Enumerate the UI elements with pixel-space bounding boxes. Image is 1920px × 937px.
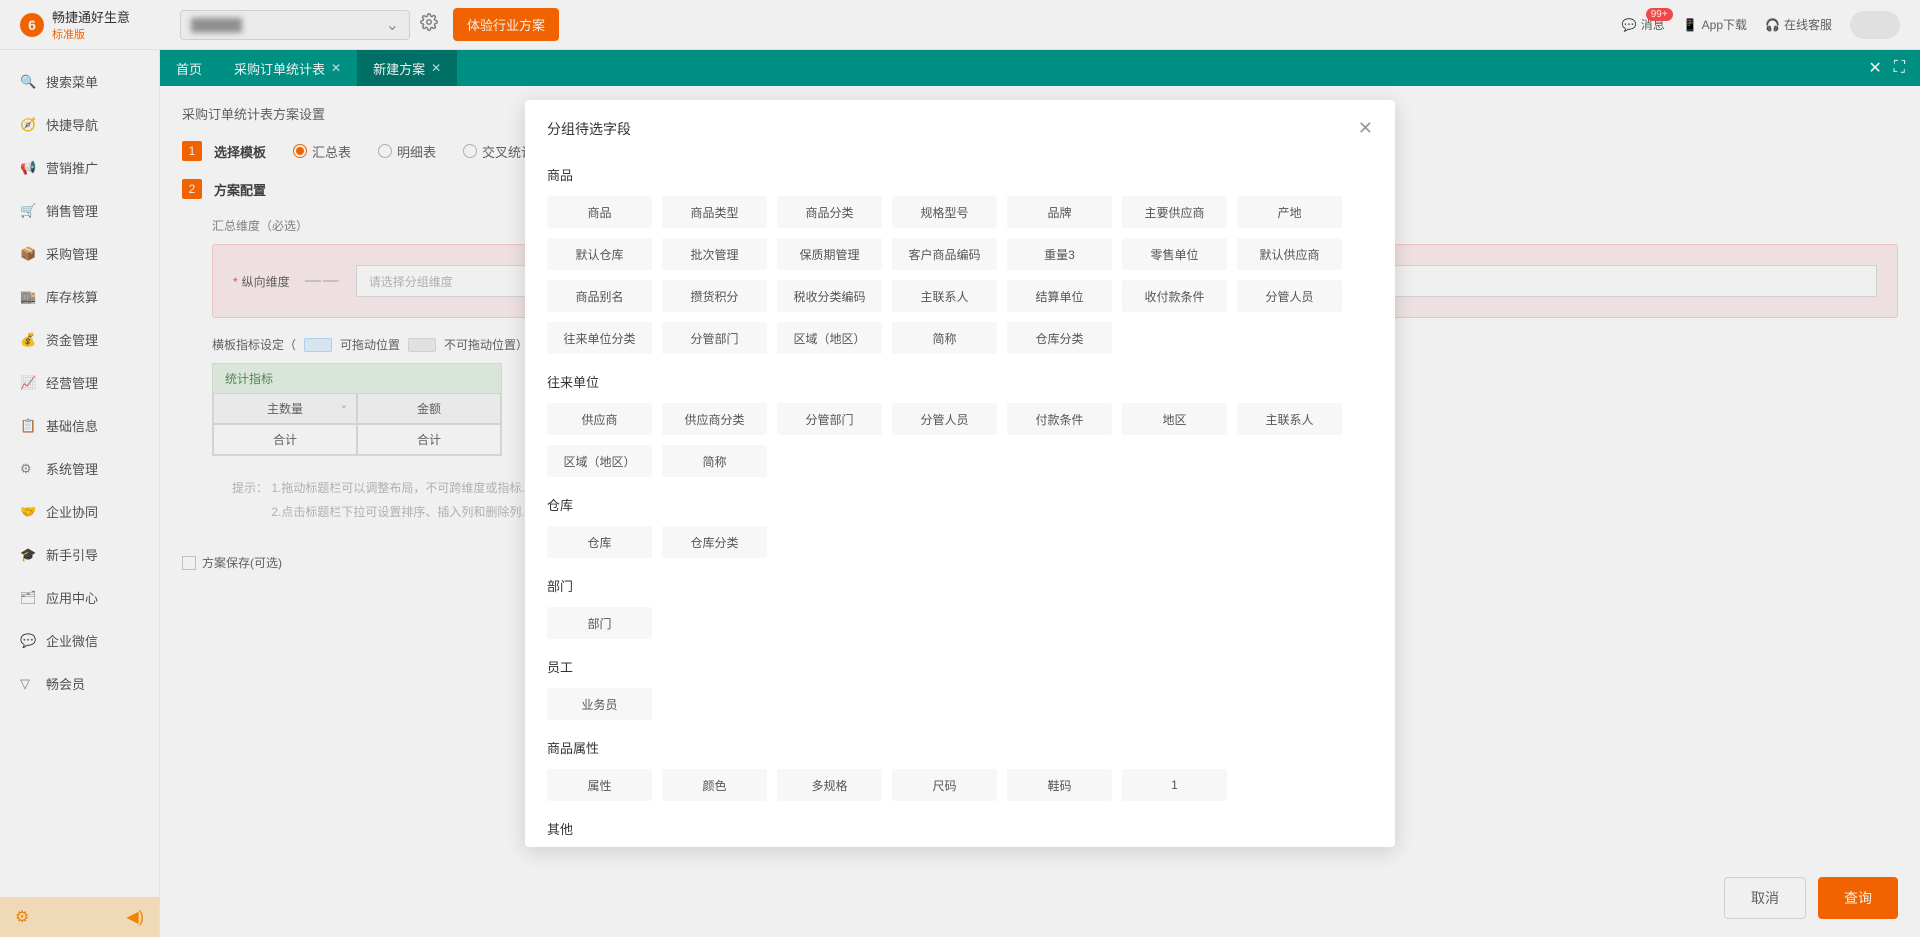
field-chip[interactable]: 分管部门 — [662, 322, 767, 354]
field-chip[interactable]: 商品类型 — [662, 196, 767, 228]
field-chip[interactable]: 部门 — [547, 607, 652, 639]
field-chip[interactable]: 默认供应商 — [1237, 238, 1342, 270]
field-chip[interactable]: 简称 — [892, 322, 997, 354]
field-chip[interactable]: 结算单位 — [1007, 280, 1112, 312]
field-chip[interactable]: 仓库 — [547, 526, 652, 558]
field-chip[interactable]: 分管人员 — [1237, 280, 1342, 312]
field-chip[interactable]: 零售单位 — [1122, 238, 1227, 270]
field-group-title: 员工 — [547, 657, 1373, 676]
modal-body[interactable]: 商品商品商品类型商品分类规格型号品牌主要供应商产地默认仓库批次管理保质期管理客户… — [525, 157, 1395, 847]
field-chip[interactable]: 规格型号 — [892, 196, 997, 228]
field-group-title: 商品属性 — [547, 738, 1373, 757]
field-chip-row: 部门 — [547, 607, 1373, 639]
field-chip[interactable]: 商品 — [547, 196, 652, 228]
field-chip-row: 供应商供应商分类分管部门分管人员付款条件地区主联系人区域（地区） 简称 — [547, 403, 1373, 477]
field-chip-row: 业务员 — [547, 688, 1373, 720]
field-chip[interactable]: 主要供应商 — [1122, 196, 1227, 228]
field-chip[interactable]: 颜色 — [662, 769, 767, 801]
field-chip[interactable]: 仓库分类 — [1007, 322, 1112, 354]
field-group-title: 仓库 — [547, 495, 1373, 514]
field-selector-modal: 分组待选字段 ✕ 商品商品商品类型商品分类规格型号品牌主要供应商产地默认仓库批次… — [525, 100, 1395, 847]
field-chip[interactable]: 区域（地区） — [547, 445, 652, 477]
field-group-title: 其他 — [547, 819, 1373, 838]
field-chip[interactable]: 商品分类 — [777, 196, 882, 228]
close-icon[interactable]: ✕ — [1358, 118, 1373, 139]
modal-title: 分组待选字段 — [547, 119, 631, 139]
field-chip-row: 属性颜色多规格尺码鞋码 1 — [547, 769, 1373, 801]
field-chip[interactable]: 产地 — [1237, 196, 1342, 228]
field-chip[interactable]: 区域（地区） — [777, 322, 882, 354]
field-chip[interactable]: 分管部门 — [777, 403, 882, 435]
field-group-title: 往来单位 — [547, 372, 1373, 391]
field-chip[interactable]: 供应商分类 — [662, 403, 767, 435]
field-chip[interactable]: 商品别名 — [547, 280, 652, 312]
field-chip[interactable]: 收付款条件 — [1122, 280, 1227, 312]
field-chip[interactable]: 供应商 — [547, 403, 652, 435]
field-chip[interactable]: 攒货积分 — [662, 280, 767, 312]
field-chip-row: 仓库仓库分类 — [547, 526, 1373, 558]
field-chip[interactable]: 品牌 — [1007, 196, 1112, 228]
field-chip[interactable]: 属性 — [547, 769, 652, 801]
field-chip[interactable]: 保质期管理 — [777, 238, 882, 270]
field-chip[interactable]: 主联系人 — [1237, 403, 1342, 435]
modal-header: 分组待选字段 ✕ — [525, 100, 1395, 157]
field-chip[interactable]: 重量3 — [1007, 238, 1112, 270]
field-chip[interactable]: 税收分类编码 — [777, 280, 882, 312]
field-chip[interactable]: 往来单位分类 — [547, 322, 652, 354]
field-chip[interactable]: 默认仓库 — [547, 238, 652, 270]
field-chip[interactable]: 1 — [1122, 769, 1227, 801]
field-chip[interactable]: 尺码 — [892, 769, 997, 801]
field-chip[interactable]: 仓库分类 — [662, 526, 767, 558]
field-chip[interactable]: 鞋码 — [1007, 769, 1112, 801]
field-chip[interactable]: 多规格 — [777, 769, 882, 801]
field-chip[interactable]: 分管人员 — [892, 403, 997, 435]
field-chip[interactable]: 客户商品编码 — [892, 238, 997, 270]
field-group-title: 部门 — [547, 576, 1373, 595]
field-chip[interactable]: 付款条件 — [1007, 403, 1112, 435]
field-chip-row: 商品商品类型商品分类规格型号品牌主要供应商产地默认仓库批次管理保质期管理客户商品… — [547, 196, 1373, 354]
field-chip[interactable]: 批次管理 — [662, 238, 767, 270]
field-chip[interactable]: 主联系人 — [892, 280, 997, 312]
field-chip[interactable]: 业务员 — [547, 688, 652, 720]
field-chip[interactable]: 简称 — [662, 445, 767, 477]
field-group-title: 商品 — [547, 165, 1373, 184]
field-chip[interactable]: 地区 — [1122, 403, 1227, 435]
